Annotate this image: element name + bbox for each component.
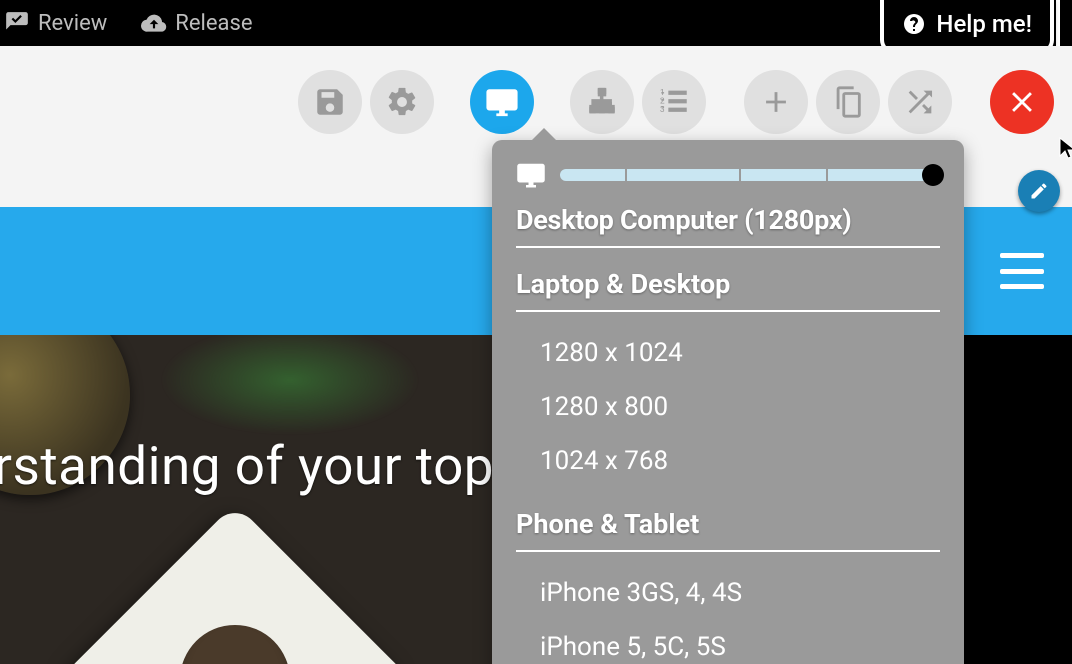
toolbar: 123 xyxy=(298,70,1054,134)
cloud-upload-icon xyxy=(141,10,167,36)
review-label: Review xyxy=(38,11,107,36)
pencil-icon xyxy=(1029,181,1049,201)
viewport-option[interactable]: 1280 x 1024 xyxy=(516,326,940,380)
edit-button[interactable] xyxy=(1018,170,1060,212)
hero-plate xyxy=(58,503,412,664)
ordered-list-button[interactable]: 123 xyxy=(642,70,706,134)
settings-button[interactable] xyxy=(370,70,434,134)
section-laptop-desktop: Laptop & Desktop xyxy=(516,268,940,300)
section-phone-tablet: Phone & Tablet xyxy=(516,508,940,540)
monitor-small-icon xyxy=(516,160,546,190)
close-icon xyxy=(1005,85,1039,119)
sitemap-icon xyxy=(585,85,619,119)
save-icon xyxy=(313,85,347,119)
help-me-label: Help me! xyxy=(936,10,1032,38)
chat-check-icon xyxy=(4,10,30,36)
viewport-option[interactable]: iPhone 3GS, 4, 4S xyxy=(516,566,940,620)
mouse-cursor xyxy=(1056,136,1072,164)
viewport-option[interactable]: 1280 x 800 xyxy=(516,380,940,434)
current-viewport-label: Desktop Computer (1280px) xyxy=(516,204,940,236)
viewport-panel: Desktop Computer (1280px) Laptop & Deskt… xyxy=(492,140,964,664)
slider-handle[interactable] xyxy=(922,164,944,186)
review-button[interactable]: Review xyxy=(4,10,107,36)
help-icon xyxy=(902,12,926,36)
viewport-option[interactable]: iPhone 5, 5C, 5S xyxy=(516,620,940,664)
menu-button[interactable] xyxy=(1000,253,1044,289)
copy-icon xyxy=(831,85,865,119)
hamburger-icon xyxy=(1000,253,1044,258)
copy-button[interactable] xyxy=(816,70,880,134)
viewport-button[interactable] xyxy=(470,70,534,134)
viewport-option[interactable]: 1024 x 768 xyxy=(516,434,940,488)
viewport-slider[interactable] xyxy=(560,169,940,181)
sitemap-button[interactable] xyxy=(570,70,634,134)
release-button[interactable]: Release xyxy=(141,10,252,36)
add-button[interactable] xyxy=(744,70,808,134)
shuffle-icon xyxy=(903,85,937,119)
monitor-icon xyxy=(485,85,519,119)
hero-herbs xyxy=(160,335,420,435)
release-label: Release xyxy=(175,11,252,36)
save-button[interactable] xyxy=(298,70,362,134)
svg-text:3: 3 xyxy=(660,105,665,115)
shuffle-button[interactable] xyxy=(888,70,952,134)
close-button[interactable] xyxy=(990,70,1054,134)
gear-icon xyxy=(385,85,419,119)
plus-icon xyxy=(759,85,793,119)
ordered-list-icon: 123 xyxy=(657,85,691,119)
